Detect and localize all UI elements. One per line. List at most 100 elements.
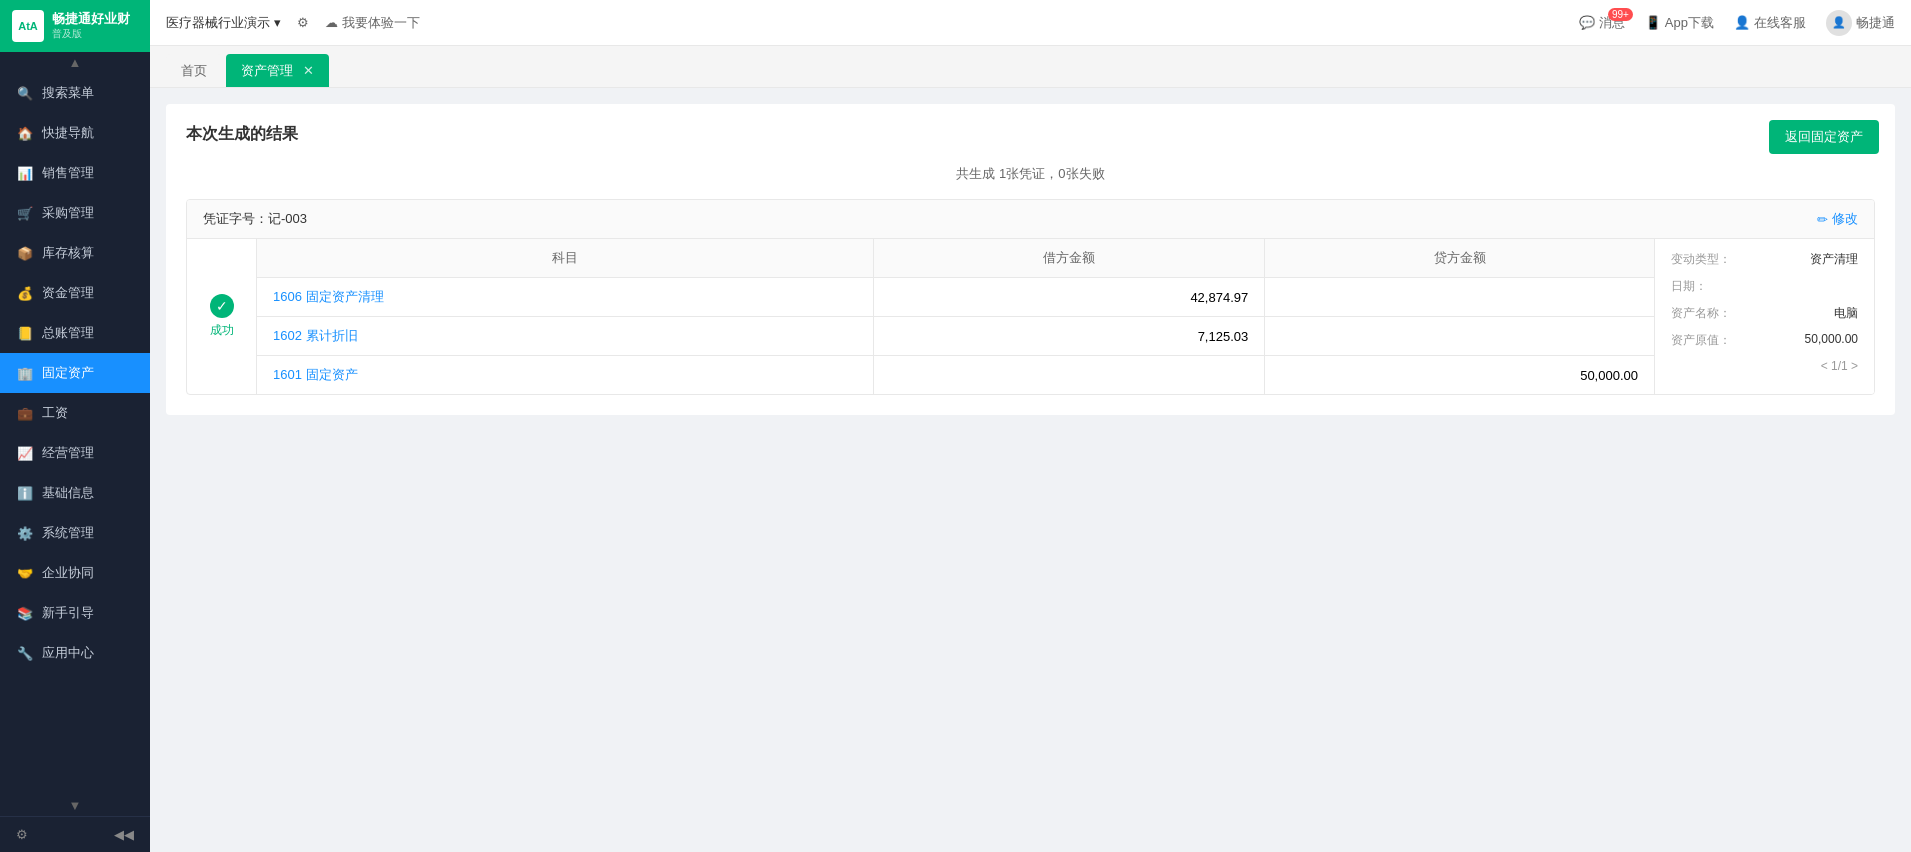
asset-name-value: 电脑 [1834,305,1858,322]
subject-link[interactable]: 1606 固定资产清理 [273,289,384,304]
debit-cell: 7,125.03 [873,317,1264,356]
result-panel: 返回固定资产 本次生成的结果 共生成 1张凭证，0张失败 凭证字号：记-003 … [166,104,1895,415]
panel-title: 本次生成的结果 [186,124,298,145]
sidebar-item-search[interactable]: 🔍 搜索菜单 [0,73,150,113]
sidebar-collapse-btn[interactable]: ◀◀ [114,827,134,842]
app-name: 畅捷通好业财 [52,11,130,28]
voucher-number: 凭证字号：记-003 [203,210,307,228]
settings-gear-icon[interactable]: ⚙ [16,827,28,842]
sidebar-item-inventory[interactable]: 📦 库存核算 [0,233,150,273]
table-row: 1606 固定资产清理 42,874.97 [257,278,1654,317]
business-icon: 📈 [16,444,34,462]
tab-asset-mgmt[interactable]: 资产管理 ✕ [226,54,329,87]
success-icon: ✓ [210,294,234,318]
logo-icon: AtA [12,10,44,42]
sidebar-item-app-center[interactable]: 🔧 应用中心 [0,633,150,673]
top-header: 医疗器械行业演示 ▾ ⚙ ☁ 我要体验一下 💬 消息 99+ 📱 App下载 👤… [150,0,1911,46]
tab-bar: 首页 资产管理 ✕ [150,46,1911,88]
company-selector[interactable]: 医疗器械行业演示 ▾ [166,14,281,32]
info-original-value: 资产原值： 50,000.00 [1671,332,1858,349]
sidebar-item-sales[interactable]: 📊 销售管理 [0,153,150,193]
subject-cell: 1606 固定资产清理 [257,278,873,317]
asset-name-label: 资产名称： [1671,305,1731,322]
sidebar: AtA 畅捷通好业财 普及版 ▲ 🔍 搜索菜单 🏠 快捷导航 📊 销售管理 🛒 … [0,0,150,852]
sidebar-item-label: 搜索菜单 [42,84,94,102]
ledger-icon: 📒 [16,324,34,342]
voucher-table-wrapper: ✓ 成功 科目 借方金额 贷方金额 [187,239,1874,394]
home-icon: 🏠 [16,124,34,142]
sidebar-item-business[interactable]: 📈 经营管理 [0,433,150,473]
sidebar-item-label: 快捷导航 [42,124,94,142]
sidebar-item-purchase[interactable]: 🛒 采购管理 [0,193,150,233]
summary-bar: 共生成 1张凭证，0张失败 [186,165,1875,183]
sidebar-item-label: 经营管理 [42,444,94,462]
settings-icon[interactable]: ⚙ [289,9,317,37]
col-subject: 科目 [257,239,873,278]
experience-label: 我要体验一下 [342,14,420,32]
sidebar-item-label: 总账管理 [42,324,94,342]
date-label: 日期： [1671,278,1707,295]
original-value-label: 资产原值： [1671,332,1731,349]
basic-icon: ℹ️ [16,484,34,502]
messages-btn[interactable]: 💬 消息 99+ [1579,14,1625,32]
app-download-btn[interactable]: 📱 App下载 [1645,14,1714,32]
subject-cell: 1602 累计折旧 [257,317,873,356]
sidebar-item-guide[interactable]: 📚 新手引导 [0,593,150,633]
download-icon: 📱 [1645,15,1661,30]
search-icon: 🔍 [16,84,34,102]
sidebar-item-label: 系统管理 [42,524,94,542]
sidebar-item-label: 资金管理 [42,284,94,302]
header-left: 医疗器械行业演示 ▾ ⚙ ☁ 我要体验一下 [166,9,420,37]
experience-button[interactable]: ☁ 我要体验一下 [325,14,420,32]
subject-link[interactable]: 1601 固定资产 [273,367,358,382]
sidebar-item-label: 固定资产 [42,364,94,382]
sidebar-item-label: 采购管理 [42,204,94,222]
voucher-header: 凭证字号：记-003 ✏ 修改 [187,200,1874,239]
sidebar-item-system[interactable]: ⚙️ 系统管理 [0,513,150,553]
app-download-label: App下载 [1665,14,1714,32]
sidebar-item-label: 工资 [42,404,68,422]
table-row: 1601 固定资产 50,000.00 [257,356,1654,395]
table-row: 1602 累计折旧 7,125.03 [257,317,1654,356]
tab-home-label: 首页 [181,63,207,78]
guide-icon: 📚 [16,604,34,622]
sidebar-item-finance[interactable]: 💰 资金管理 [0,273,150,313]
info-change-type: 变动类型： 资产清理 [1671,251,1858,268]
app-center-icon: 🔧 [16,644,34,662]
subject-cell: 1601 固定资产 [257,356,873,395]
success-label: 成功 [210,322,234,339]
sidebar-item-quick-nav[interactable]: 🏠 快捷导航 [0,113,150,153]
tab-close-icon[interactable]: ✕ [303,63,314,78]
sales-icon: 📊 [16,164,34,182]
return-button[interactable]: 返回固定资产 [1769,120,1879,154]
sidebar-item-label: 企业协同 [42,564,94,582]
sidebar-item-ledger[interactable]: 📒 总账管理 [0,313,150,353]
tab-home[interactable]: 首页 [166,54,222,87]
sidebar-item-label: 应用中心 [42,644,94,662]
sidebar-item-label: 库存核算 [42,244,94,262]
sidebar-item-fixed-assets[interactable]: 🏢 固定资产 [0,353,150,393]
edit-button[interactable]: ✏ 修改 [1817,210,1858,228]
content-area: 返回固定资产 本次生成的结果 共生成 1张凭证，0张失败 凭证字号：记-003 … [150,88,1911,852]
pagination[interactable]: < 1/1 > [1671,359,1858,373]
sidebar-item-enterprise[interactable]: 🤝 企业协同 [0,553,150,593]
username-label: 畅捷通 [1856,14,1895,32]
info-asset-name: 资产名称： 电脑 [1671,305,1858,322]
online-service-label: 在线客服 [1754,14,1806,32]
voucher-info-panel: 变动类型： 资产清理 日期： 资产名称： 电脑 资产原值： [1654,239,1874,394]
sidebar-nav: 🔍 搜索菜单 🏠 快捷导航 📊 销售管理 🛒 采购管理 📦 库存核算 💰 资金管… [0,73,150,795]
finance-icon: 💰 [16,284,34,302]
app-version: 普及版 [52,27,130,41]
sidebar-scroll-up[interactable]: ▲ [0,52,150,73]
subject-link[interactable]: 1602 累计折旧 [273,328,358,343]
panel-header: 本次生成的结果 [186,124,1875,145]
user-avatar-btn[interactable]: 👤 畅捷通 [1826,10,1895,36]
main-wrapper: 医疗器械行业演示 ▾ ⚙ ☁ 我要体验一下 💬 消息 99+ 📱 App下载 👤… [150,0,1911,852]
sidebar-item-label: 新手引导 [42,604,94,622]
sidebar-item-payroll[interactable]: 💼 工资 [0,393,150,433]
online-service-btn[interactable]: 👤 在线客服 [1734,14,1806,32]
sidebar-item-basic[interactable]: ℹ️ 基础信息 [0,473,150,513]
voucher-table-main: 科目 借方金额 贷方金额 1606 固定资产清理 [257,239,1654,394]
sidebar-scroll-down[interactable]: ▼ [0,795,150,816]
credit-cell [1265,317,1654,356]
